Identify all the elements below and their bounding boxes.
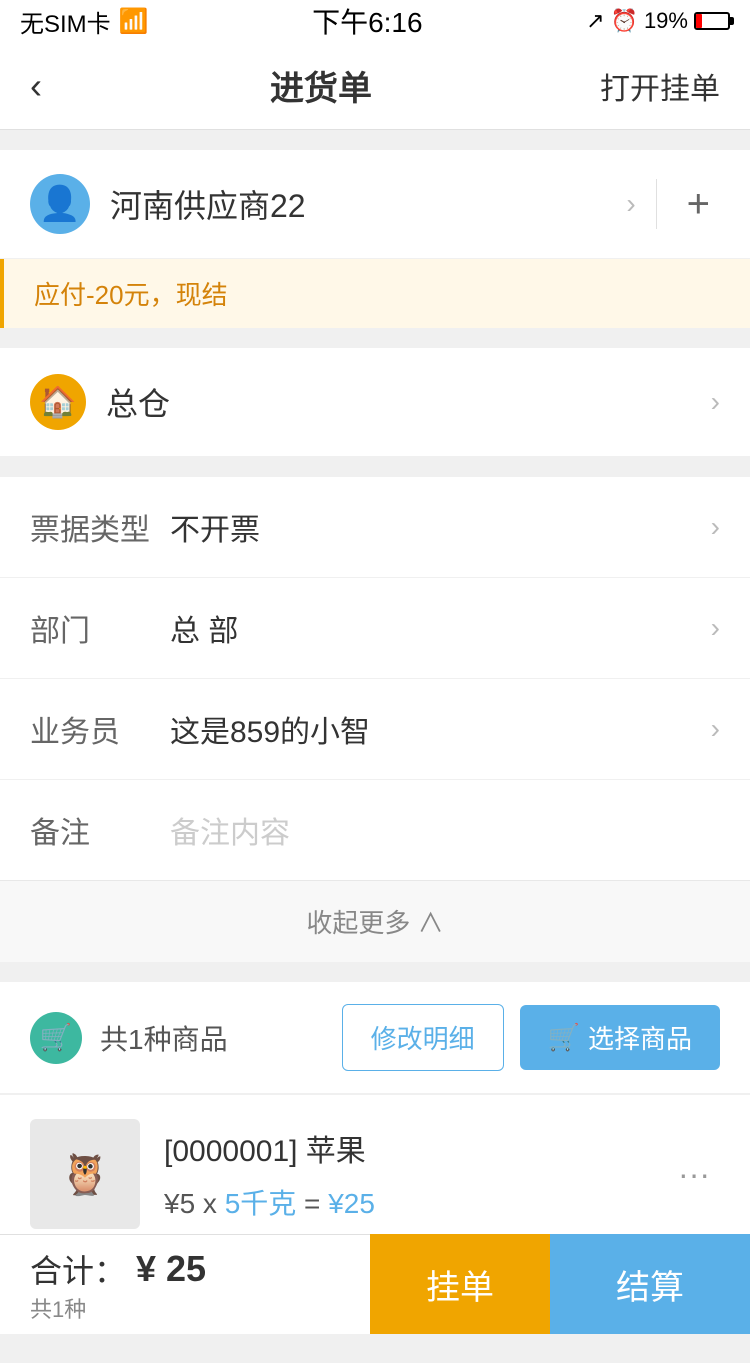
- status-time: 下午6:16: [312, 1, 423, 41]
- product-icon: 🛒: [30, 1012, 82, 1064]
- battery-icon: [694, 12, 730, 30]
- back-button[interactable]: ‹: [30, 65, 42, 107]
- supplier-name: 河南供应商22: [110, 181, 626, 227]
- dept-value: 总 部: [170, 606, 711, 650]
- select-product-button[interactable]: 🛒 选择商品: [520, 1005, 720, 1070]
- product-price: ¥5 x 5千克 = ¥25: [164, 1182, 668, 1222]
- add-supplier-button[interactable]: +: [677, 182, 720, 227]
- product-name: 苹果: [306, 1135, 366, 1168]
- dept-label: 部门: [30, 606, 170, 650]
- total-section: 合计： ¥ 25 共1种: [0, 1234, 370, 1334]
- gap-4: [0, 962, 750, 982]
- salesman-row[interactable]: 业务员 这是859的小智 ›: [0, 678, 750, 779]
- total-main: 合计： ¥ 25: [30, 1246, 340, 1292]
- open-pending-button[interactable]: 打开挂单: [600, 64, 720, 108]
- checkout-button[interactable]: 结算: [550, 1234, 750, 1334]
- gap-1: [0, 130, 750, 150]
- warehouse-row[interactable]: 🏠 总仓 ›: [0, 348, 750, 456]
- supplier-divider: [656, 179, 657, 229]
- supplier-avatar: 👤: [30, 174, 90, 234]
- remark-label: 备注: [30, 808, 170, 852]
- total-label: 合计：: [30, 1246, 126, 1292]
- warehouse-icon: 🏠: [30, 374, 86, 430]
- alarm-icon: ⏰: [611, 8, 638, 34]
- collapse-button[interactable]: 收起更多 ∧: [0, 880, 750, 962]
- status-right: ↗ ⏰ 19%: [586, 8, 730, 34]
- select-product-label: 选择商品: [588, 1019, 692, 1056]
- product-logo-icon: 🦉: [60, 1151, 110, 1198]
- gap-3: [0, 456, 750, 476]
- warehouse-chevron-icon: ›: [711, 386, 720, 418]
- status-left: 无SIM卡 📶: [20, 4, 149, 39]
- product-more-button[interactable]: ···: [668, 1146, 720, 1203]
- dept-chevron-icon: ›: [711, 612, 720, 644]
- remark-input[interactable]: 备注内容: [170, 808, 720, 852]
- edit-detail-button[interactable]: 修改明细: [342, 1004, 504, 1071]
- warehouse-name: 总仓: [106, 379, 711, 425]
- product-code: [0000001]: [164, 1135, 306, 1168]
- cart-icon: 🛒: [548, 1022, 580, 1053]
- supplier-row[interactable]: 👤 河南供应商22 › +: [0, 150, 750, 259]
- product-header: 🛒 共1种商品 修改明细 🛒 选择商品: [0, 982, 750, 1093]
- invoice-row[interactable]: 票据类型 不开票 ›: [0, 476, 750, 577]
- invoice-chevron-icon: ›: [711, 511, 720, 543]
- location-icon: ↗: [586, 8, 604, 34]
- warehouse-section: 🏠 总仓 ›: [0, 348, 750, 456]
- salesman-label: 业务员: [30, 707, 170, 751]
- gap-2: [0, 328, 750, 348]
- total-sub: 共1种: [30, 1292, 340, 1324]
- supplier-info-banner: 应付-20元，现结: [0, 259, 750, 328]
- total-amount: ¥ 25: [136, 1248, 206, 1290]
- remark-row[interactable]: 备注 备注内容: [0, 779, 750, 880]
- battery-percent: 19%: [644, 8, 688, 34]
- bottom-bar: 合计： ¥ 25 共1种 挂单 结算: [0, 1234, 750, 1334]
- equals-sign: =: [296, 1188, 328, 1219]
- product-info: [0000001] 苹果 ¥5 x 5千克 = ¥25: [164, 1126, 668, 1222]
- product-count-label: 共1种商品: [100, 1018, 342, 1058]
- product-item: 🦉 [0000001] 苹果 ¥5 x 5千克 = ¥25 ···: [0, 1095, 750, 1253]
- supplier-section: 👤 河南供应商22 › + 应付-20元，现结: [0, 150, 750, 328]
- product-thumbnail: 🦉: [30, 1119, 140, 1229]
- product-title: [0000001] 苹果: [164, 1126, 668, 1170]
- total-price: ¥25: [328, 1188, 375, 1219]
- nav-bar: ‹ 进货单 打开挂单: [0, 42, 750, 130]
- carrier-label: 无SIM卡: [20, 4, 111, 39]
- supplier-chevron-icon: ›: [626, 188, 635, 220]
- page-title: 进货单: [270, 61, 372, 110]
- invoice-label: 票据类型: [30, 505, 170, 549]
- status-bar: 无SIM卡 📶 下午6:16 ↗ ⏰ 19%: [0, 0, 750, 42]
- wifi-icon: 📶: [119, 7, 149, 36]
- unit-price: ¥5 x: [164, 1188, 225, 1219]
- dept-row[interactable]: 部门 总 部 ›: [0, 577, 750, 678]
- form-section: 票据类型 不开票 › 部门 总 部 › 业务员 这是859的小智 › 备注 备注…: [0, 476, 750, 962]
- salesman-chevron-icon: ›: [711, 713, 720, 745]
- salesman-value: 这是859的小智: [170, 707, 711, 751]
- qty-value: 5千克: [225, 1188, 297, 1219]
- invoice-value: 不开票: [170, 505, 711, 549]
- hold-button[interactable]: 挂单: [370, 1234, 550, 1334]
